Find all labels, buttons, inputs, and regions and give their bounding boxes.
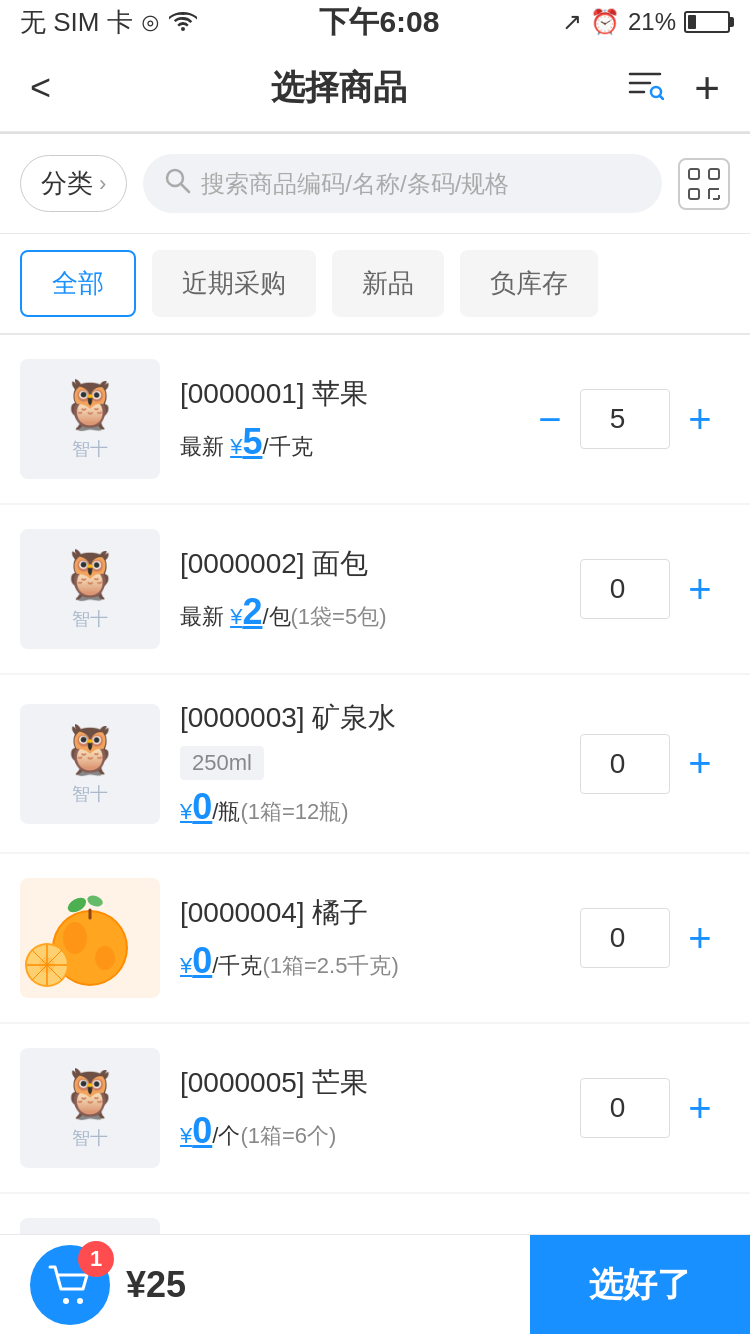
product-image-0000004 xyxy=(20,878,160,998)
svg-line-6 xyxy=(181,184,189,192)
increase-button-0000001[interactable]: + xyxy=(670,389,730,449)
search-placeholder: 搜索商品编码/名称/条码/规格 xyxy=(201,168,509,200)
svg-rect-8 xyxy=(709,169,719,179)
product-price: 最新 ¥2/包(1袋=5包) xyxy=(180,591,560,633)
svg-point-27 xyxy=(39,957,55,973)
product-image-0000002: 🦉 智十 xyxy=(20,529,160,649)
product-name: [0000003] 矿泉水 xyxy=(180,699,560,737)
product-price: 最新 ¥5/千克 xyxy=(180,421,500,463)
product-price: ¥0/个(1箱=6个) xyxy=(180,1110,560,1152)
increase-button-0000003[interactable]: + xyxy=(670,734,730,794)
owl-icon: 🦉 xyxy=(60,547,120,603)
list-item: 🦉 智十 [0000002] 面包 最新 ¥2/包(1袋=5包) + xyxy=(0,505,750,673)
confirm-button[interactable]: 选好了 xyxy=(530,1235,750,1335)
wifi-icon xyxy=(169,7,197,38)
alarm-icon: ⏰ xyxy=(590,8,620,36)
back-button[interactable]: < xyxy=(30,67,51,109)
header: < 选择商品 + xyxy=(0,44,750,132)
product-controls-0000001: − + xyxy=(520,389,730,449)
battery-percent: 21% xyxy=(628,8,676,36)
product-name: [0000002] 面包 xyxy=(180,545,560,583)
filter-icon[interactable] xyxy=(626,66,664,109)
filter-bar: 分类 › 搜索商品编码/名称/条码/规格 xyxy=(0,134,750,234)
tab-recent[interactable]: 近期采购 xyxy=(152,250,316,317)
svg-rect-7 xyxy=(689,169,699,179)
product-info-0000001: [0000001] 苹果 最新 ¥5/千克 xyxy=(180,375,500,463)
add-icon[interactable]: + xyxy=(694,66,720,110)
scan-button[interactable] xyxy=(678,158,730,210)
product-controls-0000005: + xyxy=(580,1078,730,1138)
quantity-input-0000003[interactable] xyxy=(580,734,670,794)
search-icon xyxy=(163,166,191,201)
product-image-0000001: 🦉 智十 xyxy=(20,359,160,479)
product-info-0000004: [0000004] 橘子 ¥0/千克(1箱=2.5千克) xyxy=(180,894,560,982)
svg-point-19 xyxy=(86,894,104,909)
product-controls-0000002: + xyxy=(580,559,730,619)
category-label: 分类 xyxy=(41,166,93,201)
quantity-input-0000004[interactable] xyxy=(580,908,670,968)
owl-icon: 🦉 xyxy=(60,1066,120,1122)
tabs-bar: 全部 近期采购 新品 负库存 xyxy=(0,234,750,335)
svg-point-29 xyxy=(77,1298,83,1304)
svg-point-28 xyxy=(63,1298,69,1304)
quantity-input-0000001[interactable] xyxy=(580,389,670,449)
orange-illustration xyxy=(25,883,155,993)
product-info-0000003: [0000003] 矿泉水 250ml ¥0/瓶(1箱=12瓶) xyxy=(180,699,560,828)
product-info-0000002: [0000002] 面包 最新 ¥2/包(1袋=5包) xyxy=(180,545,560,633)
product-list: 🦉 智十 [0000001] 苹果 最新 ¥5/千克 − + 🦉 智十 [000… xyxy=(0,335,750,1334)
tab-new[interactable]: 新品 xyxy=(332,250,444,317)
cart-icon-wrap[interactable]: 1 xyxy=(30,1245,110,1325)
product-image-0000005: 🦉 智十 xyxy=(20,1048,160,1168)
battery-icon xyxy=(684,11,730,33)
product-spec: 250ml xyxy=(180,746,264,780)
increase-button-0000005[interactable]: + xyxy=(670,1078,730,1138)
bottom-bar: 1 ¥25 选好了 xyxy=(0,1234,750,1334)
product-name: [0000005] 芒果 xyxy=(180,1064,560,1102)
category-button[interactable]: 分类 › xyxy=(20,155,127,212)
increase-button-0000004[interactable]: + xyxy=(670,908,730,968)
header-icons: + xyxy=(626,66,720,110)
svg-line-4 xyxy=(660,96,664,100)
quantity-input-0000005[interactable] xyxy=(580,1078,670,1138)
product-price: ¥0/瓶(1箱=12瓶) xyxy=(180,786,560,828)
owl-icon: 🦉 xyxy=(60,377,120,433)
product-name: [0000001] 苹果 xyxy=(180,375,500,413)
status-bar: 无 SIM 卡 ⊙ 下午6:08 ↗ ⏰ 21% xyxy=(0,0,750,44)
cart-total: ¥25 xyxy=(126,1264,186,1306)
product-image-0000003: 🦉 智十 xyxy=(20,704,160,824)
sim-label: 无 SIM 卡 ⊙ xyxy=(20,5,161,40)
svg-rect-9 xyxy=(689,189,699,199)
status-right: ↗ ⏰ 21% xyxy=(562,8,730,36)
chevron-right-icon: › xyxy=(99,171,106,197)
tab-all[interactable]: 全部 xyxy=(20,250,136,317)
product-controls-0000004: + xyxy=(580,908,730,968)
product-price: ¥0/千克(1箱=2.5千克) xyxy=(180,940,560,982)
list-item: 🦉 智十 [0000001] 苹果 最新 ¥5/千克 − + xyxy=(0,335,750,503)
search-box: 搜索商品编码/名称/条码/规格 xyxy=(143,154,662,213)
list-item: [0000004] 橘子 ¥0/千克(1箱=2.5千克) + xyxy=(0,854,750,1022)
tab-negative[interactable]: 负库存 xyxy=(460,250,598,317)
increase-button-0000002[interactable]: + xyxy=(670,559,730,619)
quantity-input-0000002[interactable] xyxy=(580,559,670,619)
status-time: 下午6:08 xyxy=(319,2,439,43)
svg-point-17 xyxy=(95,946,115,970)
owl-icon: 🦉 xyxy=(60,722,120,778)
location-icon: ↗ xyxy=(562,8,582,36)
svg-point-16 xyxy=(63,922,87,954)
status-left: 无 SIM 卡 ⊙ xyxy=(20,5,197,40)
cart-badge: 1 xyxy=(78,1241,114,1277)
cart-section: 1 ¥25 xyxy=(0,1245,530,1325)
list-item: 🦉 智十 [0000003] 矿泉水 250ml ¥0/瓶(1箱=12瓶) + xyxy=(0,675,750,852)
product-controls-0000003: + xyxy=(580,734,730,794)
product-info-0000005: [0000005] 芒果 ¥0/个(1箱=6个) xyxy=(180,1064,560,1152)
list-item: 🦉 智十 [0000005] 芒果 ¥0/个(1箱=6个) + xyxy=(0,1024,750,1192)
decrease-button-0000001[interactable]: − xyxy=(520,389,580,449)
page-title: 选择商品 xyxy=(271,65,407,111)
product-name: [0000004] 橘子 xyxy=(180,894,560,932)
